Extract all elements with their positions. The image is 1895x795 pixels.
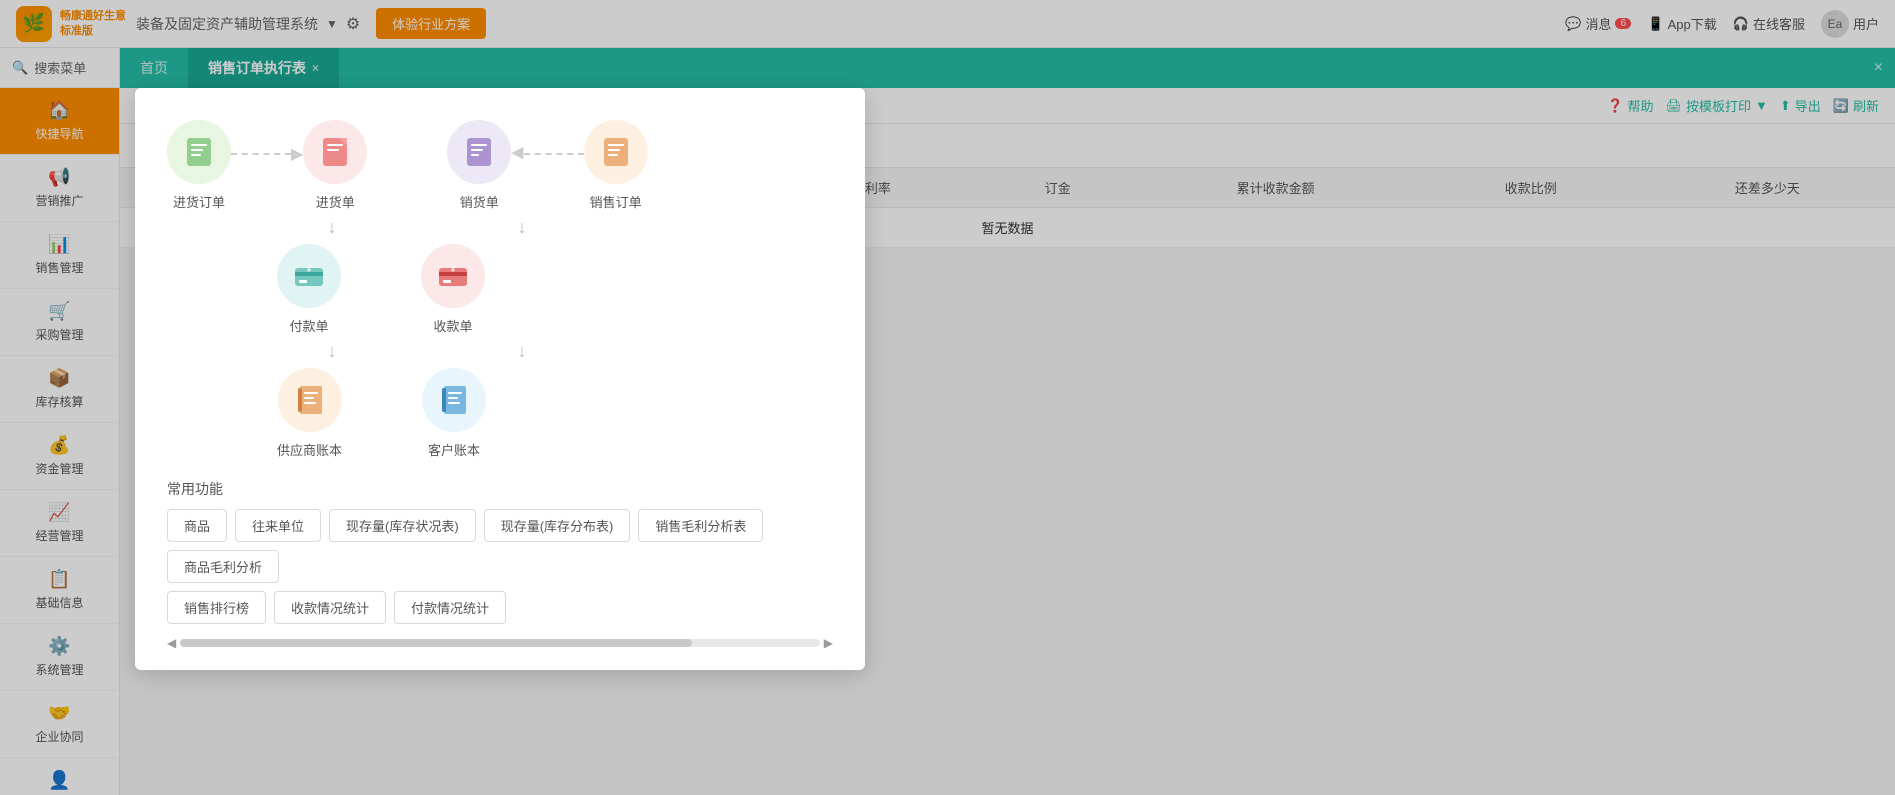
flow-col-sales-order: 销售订单 (584, 120, 648, 211)
scroll-right-btn[interactable]: ▶ (824, 636, 833, 650)
supplier-ledger-label: 供应商账本 (277, 440, 342, 459)
purchase-bill-node[interactable] (303, 120, 367, 184)
svg-text:¥: ¥ (306, 265, 312, 274)
flow-col-sales-bill: 销货单 (447, 120, 511, 211)
arrow-so-to-sb: ▶ (511, 144, 583, 188)
sales-order-node[interactable] (584, 120, 648, 184)
customer-ledger-node[interactable] (422, 368, 486, 432)
func-btn-stock-dist[interactable]: 现存量(库存分布表) (484, 509, 631, 542)
svg-text:¥: ¥ (450, 265, 456, 274)
func-btn-sales-rank[interactable]: 销售排行榜 (167, 591, 266, 624)
arrow-receipt-down: ↓ (467, 341, 577, 362)
func-btn-counterparty[interactable]: 往来单位 (235, 509, 321, 542)
scroll-track[interactable] (180, 639, 820, 647)
common-functions: 常用功能 商品 往来单位 现存量(库存状况表) 现存量(库存分布表) 销售毛利分… (167, 479, 833, 624)
purchase-order-label: 进货订单 (173, 192, 225, 211)
flow-col-purchase-bill: 进货单 (303, 120, 367, 211)
receipt-bill-label: 收款单 (433, 316, 472, 335)
func-btn-row-2: 销售排行榜 收款情况统计 付款情况统计 (167, 591, 833, 624)
common-functions-title: 常用功能 (167, 479, 833, 499)
func-btn-goods-gross[interactable]: 商品毛利分析 (167, 550, 279, 583)
func-btn-receipt-stat[interactable]: 收款情况统计 (274, 591, 386, 624)
payment-bill-node[interactable]: ¥ (277, 244, 341, 308)
arrow-sb-down: ↓ (467, 217, 577, 238)
sales-order-label: 销售订单 (590, 192, 642, 211)
payment-bill-label: 付款单 (289, 316, 328, 335)
scroll-left-btn[interactable]: ◀ (167, 636, 176, 650)
purchase-bill-label: 进货单 (316, 192, 355, 211)
supplier-ledger-node[interactable] (278, 368, 342, 432)
sales-bill-label: 销货单 (460, 192, 499, 211)
scroll-row: ◀ ▶ (167, 636, 833, 650)
flow-col-receipt: ¥ 收款单 (421, 244, 485, 335)
flow-col-customer-ledger: 客户账本 (422, 368, 486, 459)
arrow-pb-down: ↓ (277, 217, 387, 238)
func-btn-row-1: 商品 往来单位 现存量(库存状况表) 现存量(库存分布表) 销售毛利分析表 商品… (167, 509, 833, 583)
func-btn-payment-stat[interactable]: 付款情况统计 (394, 591, 506, 624)
sales-bill-node[interactable] (447, 120, 511, 184)
func-btn-stock-status[interactable]: 现存量(库存状况表) (329, 509, 476, 542)
customer-ledger-label: 客户账本 (428, 440, 480, 459)
purchase-order-node[interactable] (167, 120, 231, 184)
flow-col-payment: ¥ 付款单 (277, 244, 341, 335)
receipt-bill-node[interactable]: ¥ (421, 244, 485, 308)
arrow-po-to-pb: ▶ (231, 144, 303, 188)
guide-panel: 进货订单 ▶ 进货单 (135, 88, 865, 670)
scroll-thumb (180, 639, 692, 647)
arrow-payment-down: ↓ (277, 341, 387, 362)
flow-col-purchase-order: 进货订单 (167, 120, 231, 211)
func-btn-goods[interactable]: 商品 (167, 509, 227, 542)
flow-col-supplier-ledger: 供应商账本 (277, 368, 342, 459)
func-btn-sales-gross[interactable]: 销售毛利分析表 (638, 509, 763, 542)
